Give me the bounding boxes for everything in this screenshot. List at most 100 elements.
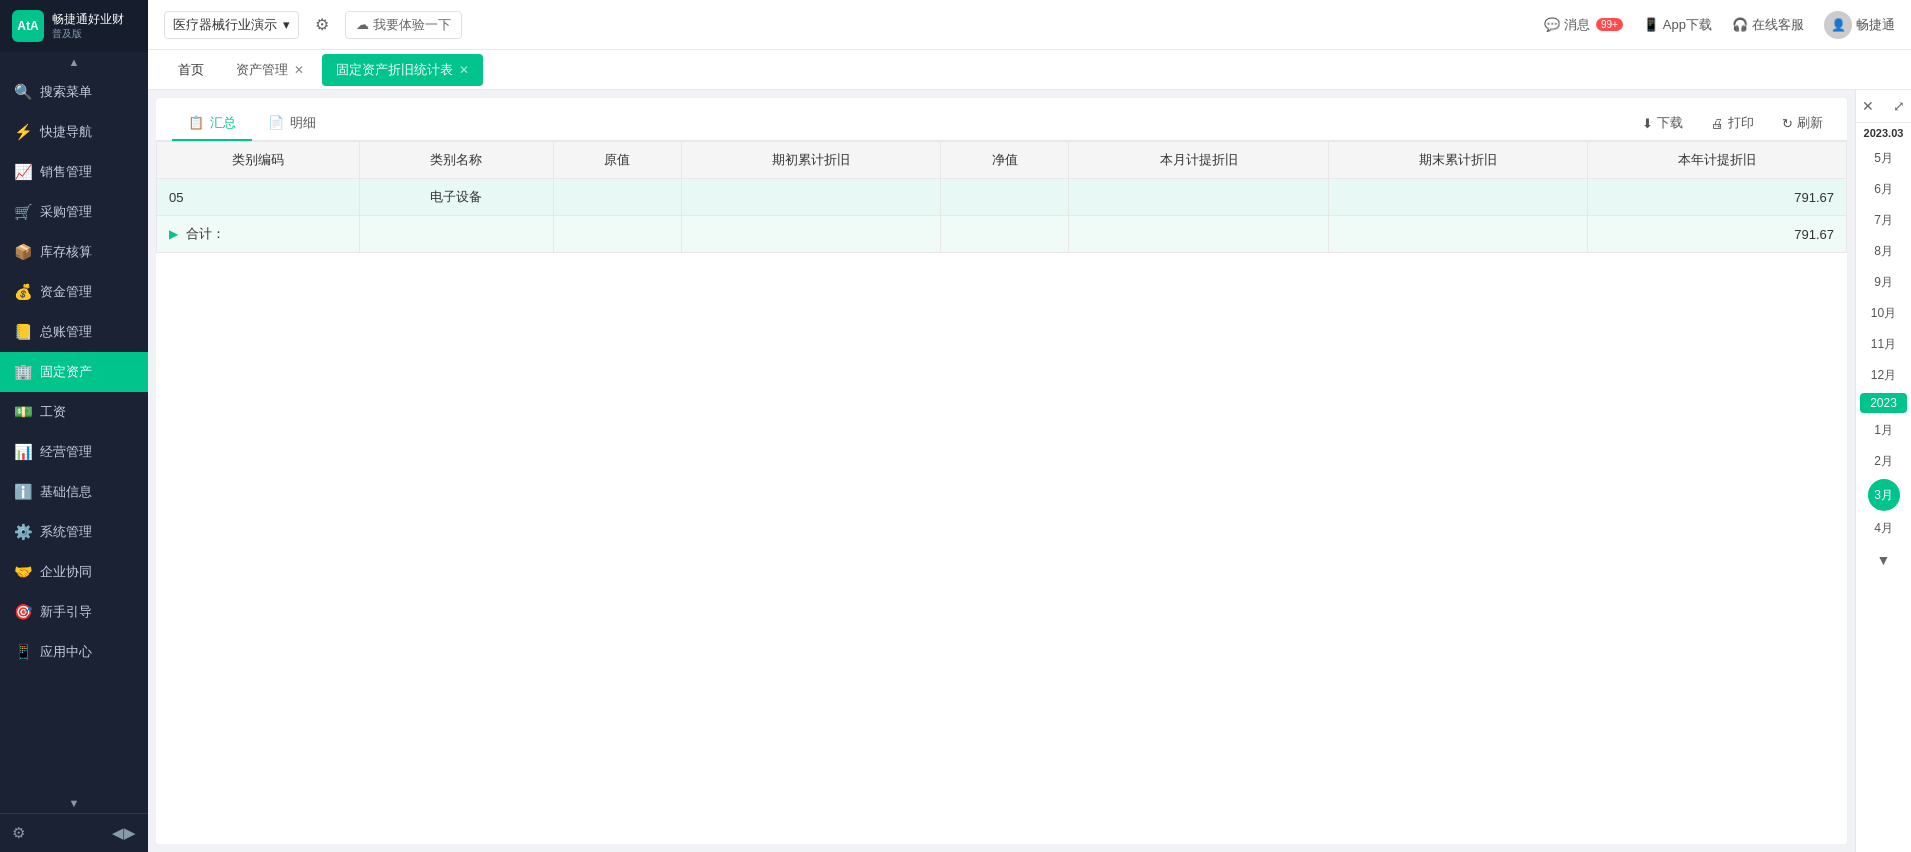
cell-net	[941, 179, 1069, 216]
total-original	[553, 216, 681, 253]
month-item-1[interactable]: 1月	[1856, 415, 1911, 446]
sidebar-item-system[interactable]: ⚙️ 系统管理	[0, 512, 148, 552]
total-yearly-dep: 791.67	[1587, 216, 1846, 253]
month-item-9[interactable]: 9月	[1856, 267, 1911, 298]
month-item-5[interactable]: 5月	[1856, 143, 1911, 174]
basic-info-icon: ℹ️	[14, 483, 32, 501]
sidebar-item-ledger[interactable]: 📒 总账管理	[0, 312, 148, 352]
col-end-acc: 期末累计折旧	[1328, 142, 1587, 179]
sidebar-item-app-center[interactable]: 📱 应用中心	[0, 632, 148, 672]
sidebar-item-guide-label: 新手引导	[40, 603, 92, 621]
download-icon: 📱	[1643, 17, 1659, 32]
tab-home-label: 首页	[178, 61, 204, 79]
logo-icon: AtA	[12, 10, 44, 42]
sidebar-item-cooperation-label: 企业协同	[40, 563, 92, 581]
month-item-2[interactable]: 2月	[1856, 446, 1911, 477]
tab-asset-mgmt[interactable]: 资产管理 ✕	[222, 54, 318, 86]
refresh-button[interactable]: ↻ 刷新	[1774, 110, 1831, 136]
tab-depreciation-report[interactable]: 固定资产折旧统计表 ✕	[322, 54, 483, 86]
panel-nav-down-icon[interactable]: ▼	[1873, 548, 1895, 572]
download-btn-icon: ⬇	[1642, 116, 1653, 131]
sidebar-item-search-label: 搜索菜单	[40, 83, 92, 101]
right-panel: ✕ ⤢ 2023.03 5月 6月 7月 8月 9月 10月 11月 12月 2…	[1855, 90, 1911, 852]
col-initial-acc: 期初累计折旧	[681, 142, 940, 179]
tab-depreciation-close[interactable]: ✕	[459, 63, 469, 77]
operations-icon: 📊	[14, 443, 32, 461]
panel-close-icon[interactable]: ✕	[1862, 98, 1874, 114]
month-item-11[interactable]: 11月	[1856, 329, 1911, 360]
search-icon: 🔍	[14, 83, 32, 101]
sidebar-item-sales-label: 销售管理	[40, 163, 92, 181]
sidebar-item-basic-info[interactable]: ℹ️ 基础信息	[0, 472, 148, 512]
user-avatar: 👤	[1824, 11, 1852, 39]
user-action[interactable]: 👤 畅捷通	[1824, 11, 1895, 39]
month-item-6[interactable]: 6月	[1856, 174, 1911, 205]
collapse-sidebar-icon[interactable]: ◀▶	[112, 824, 136, 842]
app-download-action[interactable]: 📱 App下载	[1643, 16, 1712, 34]
scroll-down-btn[interactable]: ▼	[0, 793, 148, 813]
download-button[interactable]: ⬇ 下载	[1634, 110, 1691, 136]
month-item-3-active[interactable]: 3月	[1868, 479, 1900, 511]
total-name	[359, 216, 553, 253]
col-original: 原值	[553, 142, 681, 179]
app-edition: 普及版	[52, 27, 124, 41]
sidebar-item-inventory[interactable]: 📦 库存核算	[0, 232, 148, 272]
sidebar-item-guide[interactable]: 🎯 新手引导	[0, 592, 148, 632]
sidebar-item-search[interactable]: 🔍 搜索菜单	[0, 72, 148, 112]
fixed-assets-icon: 🏢	[14, 363, 32, 381]
service-icon: 🎧	[1732, 17, 1748, 32]
sidebar-item-operations[interactable]: 📊 经营管理	[0, 432, 148, 472]
experience-label: 我要体验一下	[373, 16, 451, 34]
sidebar-item-purchase[interactable]: 🛒 采购管理	[0, 192, 148, 232]
sidebar-item-quick-nav[interactable]: ⚡ 快捷导航	[0, 112, 148, 152]
experience-button[interactable]: ☁ 我要体验一下	[345, 11, 462, 39]
header-settings-icon[interactable]: ⚙	[311, 11, 333, 38]
company-selector[interactable]: 医疗器械行业演示 ▾	[164, 11, 299, 39]
month-item-8[interactable]: 8月	[1856, 236, 1911, 267]
settings-bottom-icon[interactable]: ⚙	[12, 824, 25, 842]
sidebar-item-fixed-assets[interactable]: 🏢 固定资产	[0, 352, 148, 392]
cell-monthly-dep	[1069, 179, 1328, 216]
sidebar-item-salary[interactable]: 💵 工资	[0, 392, 148, 432]
month-item-10[interactable]: 10月	[1856, 298, 1911, 329]
online-service-action[interactable]: 🎧 在线客服	[1732, 16, 1804, 34]
col-yearly-dep: 本年计提折旧	[1587, 142, 1846, 179]
sidebar-item-quick-nav-label: 快捷导航	[40, 123, 92, 141]
sub-tab-detail[interactable]: 📄 明细	[252, 107, 332, 141]
depreciation-table: 类别编码 类别名称 原值 期初累计折旧 净值 本月计提折旧 期末累计折旧 本年计…	[156, 141, 1847, 253]
app-download-label: App下载	[1663, 16, 1712, 34]
month-item-7[interactable]: 7月	[1856, 205, 1911, 236]
app-logo: AtA 畅捷通好业财 普及版	[0, 0, 148, 52]
sidebar-item-operations-label: 经营管理	[40, 443, 92, 461]
sub-tabs: 📋 汇总 📄 明细 ⬇ 下载 🖨 打印	[156, 98, 1847, 141]
col-code: 类别编码	[157, 142, 360, 179]
sidebar-item-sales[interactable]: 📈 销售管理	[0, 152, 148, 192]
messages-action[interactable]: 💬 消息 99+	[1544, 16, 1623, 34]
depreciation-table-wrap: 类别编码 类别名称 原值 期初累计折旧 净值 本月计提折旧 期末累计折旧 本年计…	[156, 141, 1847, 844]
sidebar-nav: 🔍 搜索菜单 ⚡ 快捷导航 📈 销售管理 🛒 采购管理 📦 库存核算 💰 资金管…	[0, 72, 148, 793]
month-item-12[interactable]: 12月	[1856, 360, 1911, 391]
cell-yearly-dep: 791.67	[1587, 179, 1846, 216]
company-dropdown-icon: ▾	[283, 17, 290, 32]
sidebar-item-funds-label: 资金管理	[40, 283, 92, 301]
sidebar: AtA 畅捷通好业财 普及版 ▲ 🔍 搜索菜单 ⚡ 快捷导航 📈 销售管理 🛒 …	[0, 0, 148, 852]
print-button[interactable]: 🖨 打印	[1703, 110, 1762, 136]
summary-icon: 📋	[188, 115, 204, 130]
sidebar-item-funds[interactable]: 💰 资金管理	[0, 272, 148, 312]
sub-tab-summary[interactable]: 📋 汇总	[172, 107, 252, 141]
month-item-4[interactable]: 4月	[1856, 513, 1911, 544]
messages-label: 消息	[1564, 16, 1590, 34]
right-panel-header: ✕ ⤢	[1856, 90, 1911, 123]
panel-expand-icon[interactable]: ⤢	[1893, 98, 1905, 114]
scroll-up-btn[interactable]: ▲	[0, 52, 148, 72]
print-label: 打印	[1728, 114, 1754, 132]
cell-original	[553, 179, 681, 216]
tab-depreciation-label: 固定资产折旧统计表	[336, 61, 453, 79]
year-2023-label: 2023	[1860, 393, 1907, 413]
tab-home[interactable]: 首页	[164, 54, 218, 86]
tab-asset-mgmt-close[interactable]: ✕	[294, 63, 304, 77]
sidebar-item-cooperation[interactable]: 🤝 企业协同	[0, 552, 148, 592]
col-monthly-dep: 本月计提折旧	[1069, 142, 1328, 179]
tab-asset-mgmt-label: 资产管理	[236, 61, 288, 79]
sidebar-item-purchase-label: 采购管理	[40, 203, 92, 221]
